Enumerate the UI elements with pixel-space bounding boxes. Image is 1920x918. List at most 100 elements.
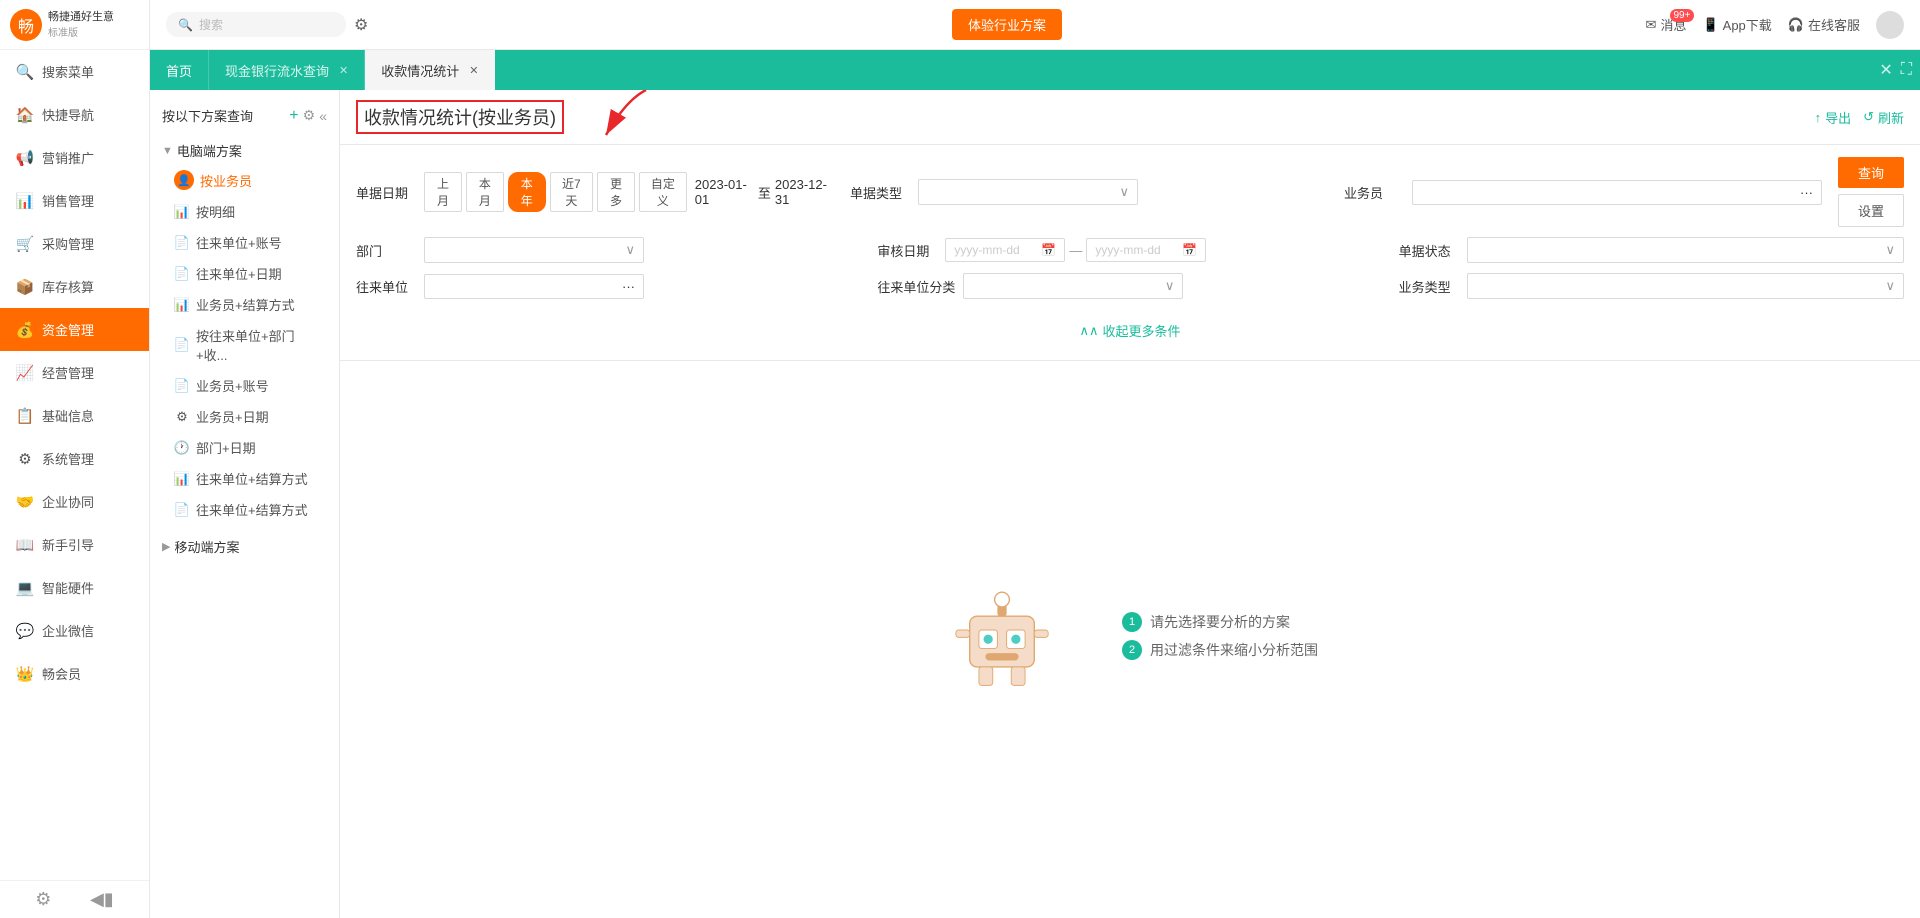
plan-item-salesman-date[interactable]: ⚙ 业务员+日期 — [150, 401, 339, 432]
filter-biz-type-item: 业务类型 ∨ — [1399, 273, 1904, 299]
query-button[interactable]: 查询 — [1838, 157, 1904, 188]
plan-item-detail[interactable]: 📊 按明细 — [150, 196, 339, 227]
collapse-more-row: ∧∧ 收起更多条件 — [356, 309, 1904, 348]
audit-date-start[interactable]: yyyy-mm-dd 📅 — [945, 238, 1065, 262]
finance-icon: 💰 — [16, 321, 34, 339]
detail-icon: 📊 — [174, 204, 190, 220]
dept-arrow: ∨ — [625, 242, 635, 258]
sidebar-settings-icon[interactable]: ⚙ — [35, 889, 51, 910]
tab-receipt-stats-close[interactable]: ✕ — [469, 64, 478, 77]
date-start: 2023-01-01 — [695, 177, 754, 207]
sidebar-item-quicknav[interactable]: 🏠 快捷导航 — [0, 93, 149, 136]
sidebar-item-system[interactable]: ⚙ 系统管理 — [0, 437, 149, 480]
partner-dots[interactable]: ··· — [622, 279, 635, 294]
solution-button[interactable]: 体验行业方案 — [952, 9, 1062, 40]
messages-badge[interactable]: ✉ 消息 99+ — [1646, 15, 1687, 34]
sidebar-item-purchase[interactable]: 🛒 采购管理 — [0, 222, 149, 265]
refresh-button[interactable]: ↺ 刷新 — [1863, 108, 1904, 127]
refresh-label: 刷新 — [1878, 108, 1904, 127]
collapse-label: 收起更多条件 — [1103, 321, 1181, 340]
date-btn-custom[interactable]: 自定义 — [639, 172, 687, 212]
sidebar-item-guide[interactable]: 📖 新手引导 — [0, 523, 149, 566]
plan-item-partner-dept[interactable]: 📄 按往来单位+部门+收... — [150, 320, 339, 370]
service-label: 在线客服 — [1808, 15, 1860, 34]
date-btn-this-month[interactable]: 本月 — [466, 172, 504, 212]
bill-type-select[interactable]: ∨ — [918, 179, 1138, 205]
sidebar-item-search[interactable]: 🔍 搜索菜单 — [0, 50, 149, 93]
plan-item-partner-settle1[interactable]: 📊 往来单位+结算方式 — [150, 463, 339, 494]
audit-date-end[interactable]: yyyy-mm-dd 📅 — [1086, 238, 1206, 262]
date-btn-last-month[interactable]: 上月 — [424, 172, 462, 212]
plan-item-salesman-settle[interactable]: 📊 业务员+结算方式 — [150, 289, 339, 320]
sidebar-collapse-icon[interactable]: ◀▮ — [90, 889, 114, 910]
step-2-text: 用过滤条件来缩小分析范围 — [1150, 640, 1318, 660]
empty-state: 1 请先选择要分析的方案 2 用过滤条件来缩小分析范围 — [340, 361, 1920, 918]
desktop-section-header[interactable]: ▼ 电脑端方案 — [150, 137, 339, 164]
sidebar-item-inventory[interactable]: 📦 库存核算 — [0, 265, 149, 308]
bill-status-select[interactable]: ∨ — [1467, 237, 1904, 263]
sidebar-item-hardware[interactable]: 💻 智能硬件 — [0, 566, 149, 609]
app-download[interactable]: 📱 App下载 — [1702, 15, 1771, 34]
tab-home[interactable]: 首页 — [150, 50, 209, 90]
export-button[interactable]: ↑ 导出 — [1815, 108, 1852, 127]
sidebar-item-finance[interactable]: 💰 资金管理 — [0, 308, 149, 351]
user-avatar[interactable] — [1876, 11, 1904, 39]
topbar-search-box[interactable]: 🔍 搜索 — [166, 12, 346, 37]
settings-plan-icon[interactable]: ⚙ — [303, 107, 316, 124]
sidebar-item-operation[interactable]: 📈 经营管理 — [0, 351, 149, 394]
customer-service[interactable]: 🎧 在线客服 — [1788, 15, 1860, 34]
sidebar-label: 资金管理 — [42, 320, 94, 339]
date-btn-7days[interactable]: 近7天 — [550, 172, 593, 212]
filter-row-3: 往来单位 ··· 往来单位分类 ∨ 业务类型 — [356, 273, 1904, 299]
collapse-panel-icon[interactable]: « — [319, 108, 327, 124]
salesman-select[interactable]: ··· — [1412, 180, 1822, 205]
message-count: 99+ — [1670, 9, 1695, 22]
tab-cash-flow[interactable]: 现金银行流水查询 ✕ — [209, 50, 365, 90]
plan-item-partner-settle2[interactable]: 📄 往来单位+结算方式 — [150, 494, 339, 525]
filter-partner-item: 往来单位 ··· — [356, 274, 861, 299]
tab-cash-flow-close[interactable]: ✕ — [339, 64, 348, 77]
dept-select[interactable]: ∨ — [424, 237, 644, 263]
tab-maximize-icon[interactable]: ⛶ — [1901, 61, 1912, 79]
collapse-more-btn[interactable]: ∧∧ 收起更多条件 — [356, 313, 1904, 348]
plan-item-dept-date[interactable]: 🕐 部门+日期 — [150, 432, 339, 463]
topbar-gear-icon[interactable]: ⚙ — [354, 15, 368, 35]
mobile-section-header[interactable]: ▶ 移动端方案 — [150, 533, 339, 560]
tabbar-right: ✕ ⛶ — [1879, 60, 1920, 80]
partner-category-select[interactable]: ∨ — [963, 273, 1183, 299]
page-title: 收款情况统计(按业务员) — [356, 100, 564, 134]
plan-item-label: 业务员+结算方式 — [196, 295, 295, 314]
biz-type-select[interactable]: ∨ — [1467, 273, 1904, 299]
page-header: 收款情况统计(按业务员) ↑ 导出 — [340, 90, 1920, 145]
left-panel: 按以下方案查询 + ⚙ « ▼ 电脑端方案 👤 按业务员 — [150, 90, 340, 918]
tab-receipt-stats[interactable]: 收款情况统计 ✕ — [365, 50, 495, 90]
service-icon: 🎧 — [1788, 17, 1804, 33]
sidebar-item-enterprise[interactable]: 🤝 企业协同 — [0, 480, 149, 523]
date-btn-this-year[interactable]: 本年 — [508, 172, 546, 212]
tab-minimize-icon[interactable]: ✕ — [1879, 60, 1892, 80]
add-plan-icon[interactable]: + — [289, 107, 298, 125]
date-btn-more[interactable]: 更多 — [597, 172, 635, 212]
salesman-dots[interactable]: ··· — [1800, 185, 1813, 200]
sidebar-item-sales[interactable]: 📊 销售管理 — [0, 179, 149, 222]
tab-cash-flow-label: 现金银行流水查询 — [225, 61, 329, 80]
active-item-dot: 👤 — [174, 170, 194, 190]
main-area: 🔍 搜索 ⚙ 体验行业方案 ✉ 消息 99+ 📱 App下载 🎧 在线客服 — [150, 0, 1920, 918]
partner-select[interactable]: ··· — [424, 274, 644, 299]
search-icon-small: 🔍 — [178, 18, 193, 32]
date-to: 至 — [758, 183, 771, 202]
sidebar-label: 新手引导 — [42, 535, 94, 554]
sidebar-item-member[interactable]: 👑 畅会员 — [0, 652, 149, 695]
empty-instructions: 1 请先选择要分析的方案 2 用过滤条件来缩小分析范围 — [1122, 612, 1318, 668]
sidebar-item-basicinfo[interactable]: 📋 基础信息 — [0, 394, 149, 437]
settings-button[interactable]: 设置 — [1838, 194, 1904, 227]
plan-item-partner-account[interactable]: 📄 往来单位+账号 — [150, 227, 339, 258]
search-placeholder: 搜索 — [199, 16, 223, 33]
sidebar-item-wechat[interactable]: 💬 企业微信 — [0, 609, 149, 652]
plan-item-salesman-account[interactable]: 📄 业务员+账号 — [150, 370, 339, 401]
plan-item-salesman[interactable]: 👤 按业务员 — [150, 164, 339, 196]
right-panel: 收款情况统计(按业务员) ↑ 导出 — [340, 90, 1920, 918]
operation-icon: 📈 — [16, 364, 34, 382]
plan-item-partner-date[interactable]: 📄 往来单位+日期 — [150, 258, 339, 289]
sidebar-item-marketing[interactable]: 📢 营销推广 — [0, 136, 149, 179]
